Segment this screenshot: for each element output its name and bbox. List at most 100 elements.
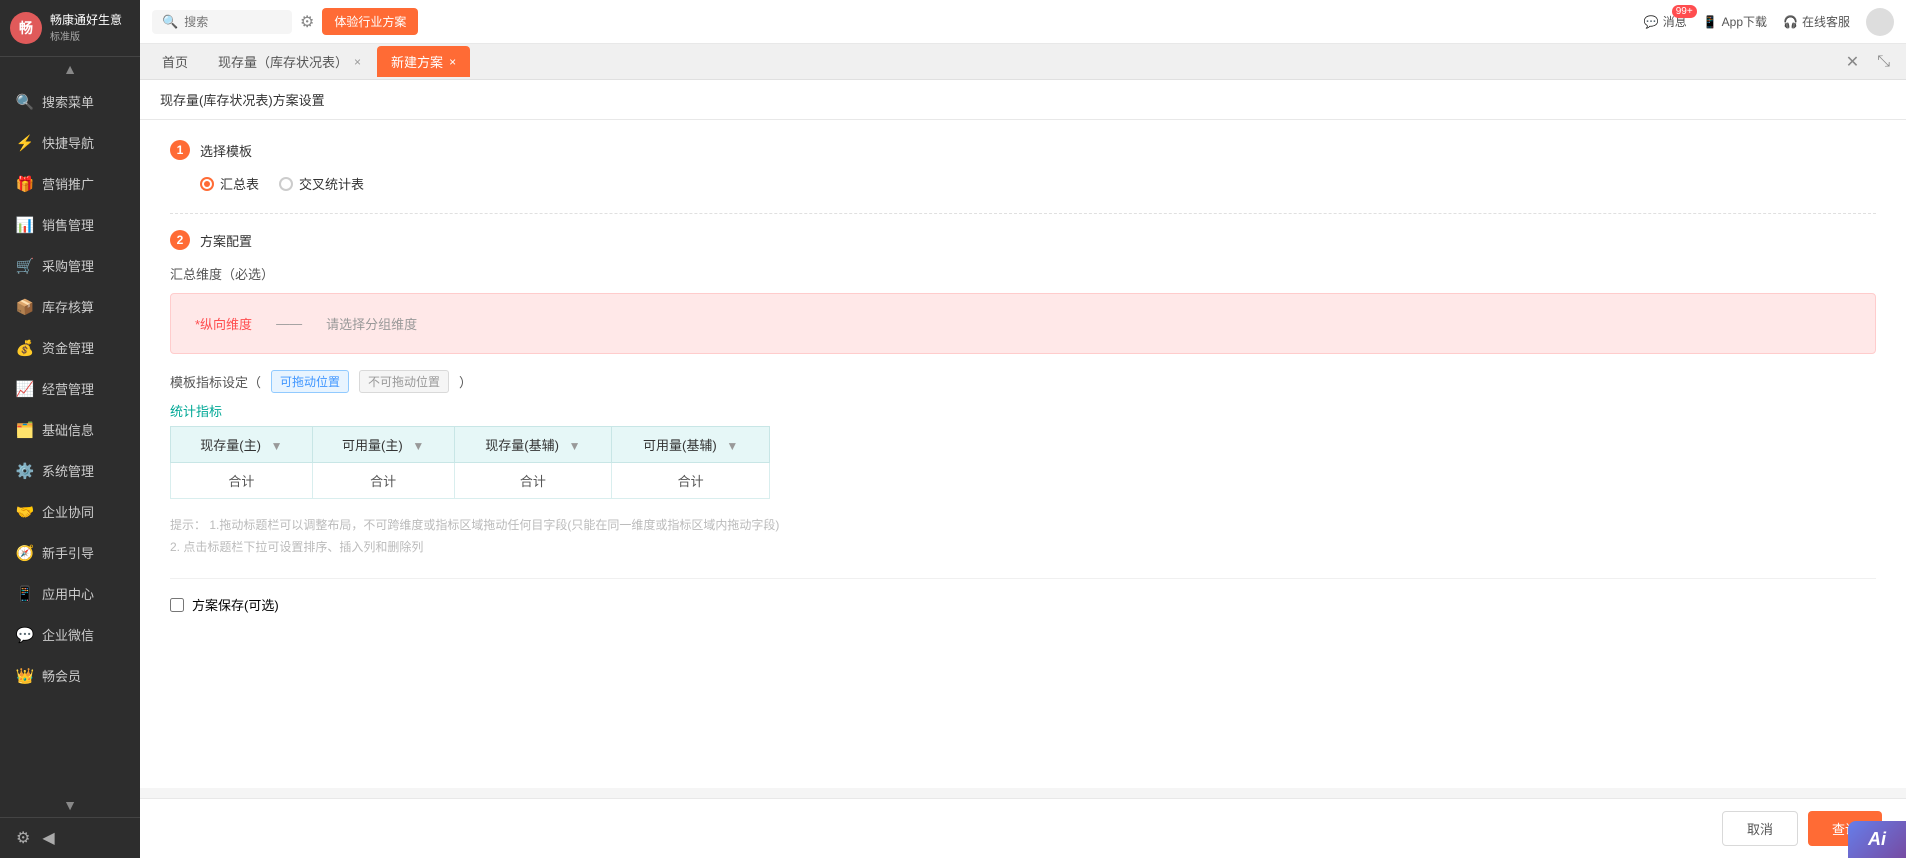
sidebar-item-search[interactable]: 🔍 搜索菜单 bbox=[0, 81, 140, 122]
tab-new-scheme-label: 新建方案 bbox=[391, 52, 443, 71]
tab-home-label: 首页 bbox=[162, 52, 188, 71]
cancel-button[interactable]: 取消 bbox=[1722, 811, 1798, 846]
collapse-icon[interactable]: ◀ bbox=[42, 828, 54, 848]
stats-label: 统计指标 bbox=[170, 401, 1876, 420]
tab-expand-icon[interactable]: ⤡ bbox=[1869, 53, 1898, 71]
col-header-0[interactable]: 现存量(主) ▼ bbox=[171, 427, 313, 463]
step2-title: 方案配置 bbox=[200, 231, 252, 250]
app-download-label: App下载 bbox=[1722, 13, 1767, 30]
col-summary-3: 合计 bbox=[612, 463, 770, 499]
tip-1: 提示： 1.拖动标题栏可以调整布局，不可跨维度或指标区域拖动任何目字段(只能在同… bbox=[170, 515, 1876, 537]
sidebar-item-newbie[interactable]: 🧭 新手引导 bbox=[0, 532, 140, 573]
table-row: 合计 合计 合计 合计 bbox=[171, 463, 770, 499]
sidebar-label-appstore: 应用中心 bbox=[42, 584, 94, 603]
search-box[interactable]: 🔍 bbox=[152, 10, 292, 34]
col-dropdown-0[interactable]: ▼ bbox=[271, 439, 283, 453]
sidebar-item-operations[interactable]: 📈 经营管理 bbox=[0, 368, 140, 409]
sidebar-icon-basic: 🗂️ bbox=[16, 421, 34, 439]
tab-inventory[interactable]: 现存量（库存状况表） × bbox=[204, 46, 375, 77]
option-summary[interactable]: 汇总表 bbox=[200, 174, 259, 193]
sidebar-nav: 🔍 搜索菜单 ⚡ 快捷导航 🎁 营销推广 📊 销售管理 🛒 采购管理 📦 库存核… bbox=[0, 81, 140, 793]
step2-num: 2 bbox=[170, 230, 190, 250]
col-header-2[interactable]: 现存量(基辅) ▼ bbox=[454, 427, 612, 463]
dimension-box[interactable]: *纵向维度 —— 请选择分组维度 bbox=[170, 293, 1876, 354]
col-header-1[interactable]: 可用量(主) ▼ bbox=[312, 427, 454, 463]
footer-bar: 取消 查询 bbox=[140, 798, 1906, 858]
sidebar-icon-search: 🔍 bbox=[16, 93, 34, 111]
sidebar-item-marketing[interactable]: 🎁 营销推广 bbox=[0, 163, 140, 204]
page-header: 现存量(库存状况表)方案设置 bbox=[140, 80, 1906, 120]
sidebar-scroll-down[interactable]: ▼ bbox=[0, 793, 140, 817]
sidebar-icon-operations: 📈 bbox=[16, 380, 34, 398]
tabs-bar: 首页 现存量（库存状况表） × 新建方案 × ✕ ⤡ bbox=[140, 44, 1906, 80]
col-dropdown-2[interactable]: ▼ bbox=[569, 439, 581, 453]
headset-icon: 🎧 bbox=[1783, 15, 1798, 29]
tab-new-scheme[interactable]: 新建方案 × bbox=[377, 46, 470, 77]
col-header-3[interactable]: 可用量(基辅) ▼ bbox=[612, 427, 770, 463]
stats-section: 统计指标 现存量(主) ▼ 可用量(主) ▼ bbox=[170, 401, 1876, 499]
ai-badge[interactable]: Ai bbox=[1848, 821, 1906, 858]
sidebar-icon-member: 👑 bbox=[16, 667, 34, 685]
notification-btn[interactable]: 💬 消息 99+ bbox=[1644, 13, 1687, 30]
sidebar-label-member: 畅会员 bbox=[42, 666, 81, 685]
sidebar-item-wechat[interactable]: 💬 企业微信 bbox=[0, 614, 140, 655]
sidebar-icon-finance: 💰 bbox=[16, 339, 34, 357]
tab-new-scheme-close[interactable]: × bbox=[449, 55, 456, 69]
dim-placeholder[interactable]: 请选择分组维度 bbox=[326, 314, 417, 333]
indicator-close-text: ） bbox=[459, 372, 472, 391]
sidebar-label-shortcut: 快捷导航 bbox=[42, 133, 94, 152]
col-summary-0: 合计 bbox=[171, 463, 313, 499]
sidebar-item-shortcut[interactable]: ⚡ 快捷导航 bbox=[0, 122, 140, 163]
tab-home[interactable]: 首页 bbox=[148, 46, 202, 77]
save-checkbox[interactable] bbox=[170, 598, 184, 612]
sidebar-item-sales[interactable]: 📊 销售管理 bbox=[0, 204, 140, 245]
tab-inventory-close[interactable]: × bbox=[354, 55, 361, 69]
gear-icon[interactable]: ⚙ bbox=[300, 12, 314, 32]
sidebar-item-finance[interactable]: 💰 资金管理 bbox=[0, 327, 140, 368]
scheme-container: 1 选择模板 汇总表 交叉统计表 bbox=[140, 120, 1906, 788]
radio-crosstab-dot bbox=[279, 177, 293, 191]
tab-inventory-label: 现存量（库存状况表） bbox=[218, 52, 348, 71]
sidebar-icon-inventory: 📦 bbox=[16, 298, 34, 316]
sidebar-item-basic[interactable]: 🗂️ 基础信息 bbox=[0, 409, 140, 450]
online-service-link[interactable]: 🎧 在线客服 bbox=[1783, 13, 1850, 30]
app-tag: 标准版 bbox=[50, 28, 122, 43]
sidebar-item-purchase[interactable]: 🛒 采购管理 bbox=[0, 245, 140, 286]
col-summary-1: 合计 bbox=[312, 463, 454, 499]
sidebar-icon-purchase: 🛒 bbox=[16, 257, 34, 275]
sidebar-label-finance: 资金管理 bbox=[42, 338, 94, 357]
option-summary-label: 汇总表 bbox=[220, 174, 259, 193]
tab-close-window-icon[interactable]: ✕ bbox=[1838, 52, 1867, 72]
sidebar-label-system: 系统管理 bbox=[42, 461, 94, 480]
tips-section: 提示： 1.拖动标题栏可以调整布局，不可跨维度或指标区域拖动任何目字段(只能在同… bbox=[170, 515, 1876, 558]
template-options: 汇总表 交叉统计表 bbox=[200, 174, 1876, 193]
sidebar-item-system[interactable]: ⚙️ 系统管理 bbox=[0, 450, 140, 491]
online-service-label: 在线客服 bbox=[1802, 13, 1850, 30]
topbar: 🔍 ⚙ 体验行业方案 💬 消息 99+ 📱 App下载 🎧 在线客服 bbox=[140, 0, 1906, 44]
sidebar-scroll-up[interactable]: ▲ bbox=[0, 57, 140, 81]
sidebar-icon-wechat: 💬 bbox=[16, 626, 34, 644]
sidebar-item-appstore[interactable]: 📱 应用中心 bbox=[0, 573, 140, 614]
option-crosstab[interactable]: 交叉统计表 bbox=[279, 174, 364, 193]
search-input[interactable] bbox=[184, 15, 274, 29]
experience-btn[interactable]: 体验行业方案 bbox=[322, 8, 418, 35]
settings-icon[interactable]: ⚙ bbox=[16, 828, 30, 848]
notification-badge: 99+ bbox=[1672, 5, 1697, 18]
sidebar-label-basic: 基础信息 bbox=[42, 420, 94, 439]
col-dropdown-1[interactable]: ▼ bbox=[412, 439, 424, 453]
option-crosstab-label: 交叉统计表 bbox=[299, 174, 364, 193]
sidebar-item-member[interactable]: 👑 畅会员 bbox=[0, 655, 140, 696]
dim-required-mark: *纵向维度 bbox=[195, 314, 252, 333]
sidebar-icon-corp: 🤝 bbox=[16, 503, 34, 521]
col-dropdown-3[interactable]: ▼ bbox=[726, 439, 738, 453]
sidebar-label-search: 搜索菜单 bbox=[42, 92, 94, 111]
user-avatar[interactable] bbox=[1866, 8, 1894, 36]
sidebar-item-corp[interactable]: 🤝 企业协同 bbox=[0, 491, 140, 532]
sidebar-item-inventory[interactable]: 📦 库存核算 bbox=[0, 286, 140, 327]
main-content: 🔍 ⚙ 体验行业方案 💬 消息 99+ 📱 App下载 🎧 在线客服 bbox=[140, 0, 1906, 858]
sidebar-label-wechat: 企业微信 bbox=[42, 625, 94, 644]
sidebar-icon-newbie: 🧭 bbox=[16, 544, 34, 562]
sidebar-icon-shortcut: ⚡ bbox=[16, 134, 34, 152]
phone-icon: 📱 bbox=[1703, 15, 1718, 29]
app-download-link[interactable]: 📱 App下载 bbox=[1703, 13, 1767, 30]
